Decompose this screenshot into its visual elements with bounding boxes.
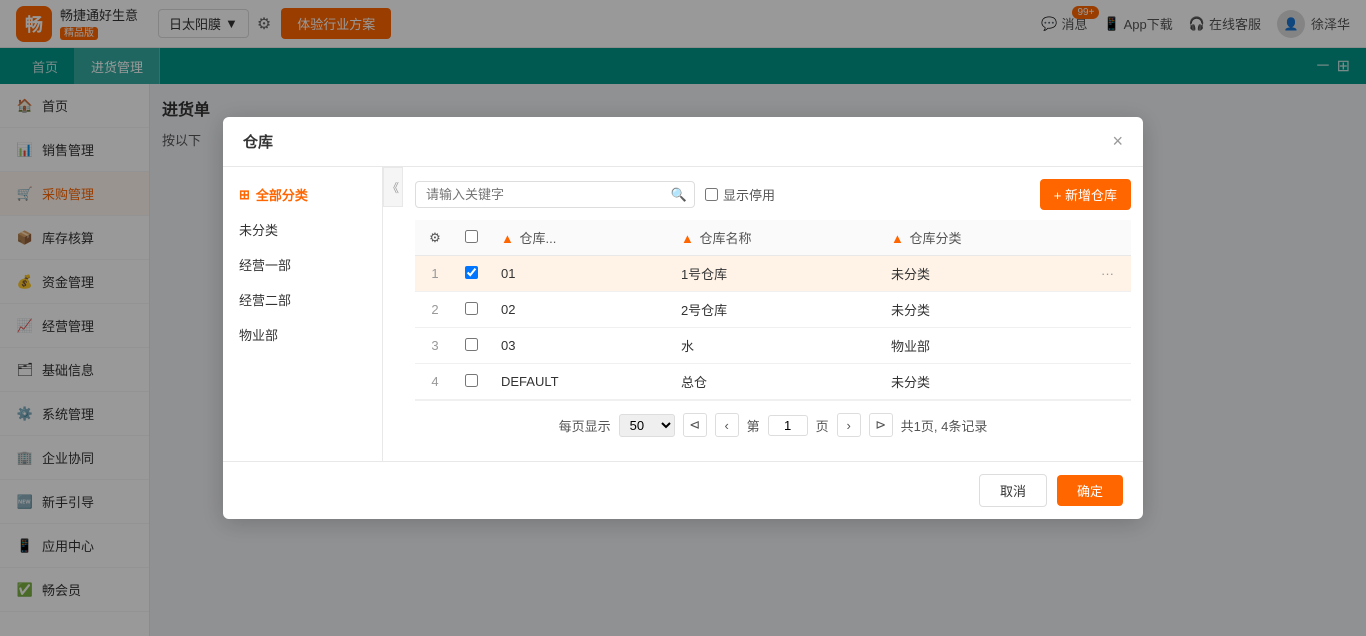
row-checkbox-cell[interactable] [455, 328, 491, 364]
row-name: 总仓 [671, 364, 881, 400]
col-name: ▲ 仓库名称 [671, 220, 881, 256]
add-warehouse-btn[interactable]: + 新增仓库 [1040, 179, 1131, 210]
pagination: 每页显示 50 20 100 ⊲ ‹ 第 页 › ⊳ 共1页, 4条记录 [415, 400, 1131, 449]
col-checkbox [455, 220, 491, 256]
row-checkbox[interactable] [465, 374, 478, 387]
table-row[interactable]: 1 01 1号仓库 未分类 ··· [415, 256, 1131, 292]
row-checkbox[interactable] [465, 266, 478, 279]
row-num: 3 [415, 328, 455, 364]
modal-sidebar-all[interactable]: ⊞ 全部分类 [223, 177, 382, 212]
collapse-sidebar-btn[interactable]: 《 [383, 167, 403, 207]
row-category: 未分类 [881, 292, 1091, 328]
col-code: ▲ 仓库... [491, 220, 671, 256]
modal-close-btn[interactable]: × [1112, 131, 1123, 152]
select-all-checkbox[interactable] [465, 230, 478, 243]
table-container: ⚙ ▲ 仓库... ▲ 仓库名称 [415, 220, 1131, 400]
modal-overlay: 仓库 × ⊞ 全部分类 未分类 经营一部 经营二部 物业部 《 [0, 0, 1366, 636]
row-code: 03 [491, 328, 671, 364]
row-checkbox-cell[interactable] [455, 364, 491, 400]
modal-toolbar: 🔍 显示停用 + 新增仓库 [415, 179, 1131, 210]
row-more[interactable]: ··· [1091, 256, 1131, 292]
warehouse-modal: 仓库 × ⊞ 全部分类 未分类 经营一部 经营二部 物业部 《 [223, 117, 1143, 519]
col-category: ▲ 仓库分类 [881, 220, 1091, 256]
modal-sidebar-property[interactable]: 物业部 [223, 317, 382, 352]
sort-icon2: ▲ [681, 231, 694, 246]
cancel-button[interactable]: 取消 [979, 474, 1047, 507]
prev-page-btn[interactable]: ‹ [715, 413, 739, 437]
row-category: 未分类 [881, 364, 1091, 400]
modal-body: ⊞ 全部分类 未分类 经营一部 经营二部 物业部 《 🔍 [223, 167, 1143, 461]
per-page-select[interactable]: 50 20 100 [619, 414, 675, 437]
table-row[interactable]: 2 02 2号仓库 未分类 [415, 292, 1131, 328]
page-unit: 页 [816, 416, 829, 435]
confirm-button[interactable]: 确定 [1057, 475, 1123, 506]
row-num: 2 [415, 292, 455, 328]
modal-content: 🔍 显示停用 + 新增仓库 ⚙ [403, 167, 1143, 461]
modal-header: 仓库 × [223, 117, 1143, 167]
row-category: 未分类 [881, 256, 1091, 292]
col-actions [1091, 220, 1131, 256]
row-num: 1 [415, 256, 455, 292]
row-name: 水 [671, 328, 881, 364]
row-name: 1号仓库 [671, 256, 881, 292]
show-disabled-input[interactable] [705, 188, 718, 201]
chevron-left-icon: 《 [387, 179, 399, 196]
warehouse-table: ⚙ ▲ 仓库... ▲ 仓库名称 [415, 220, 1131, 400]
table-row[interactable]: 3 03 水 物业部 [415, 328, 1131, 364]
per-page-label: 每页显示 [559, 416, 611, 435]
search-input[interactable] [415, 181, 695, 208]
modal-sidebar-dept2[interactable]: 经营二部 [223, 282, 382, 317]
table-header-row: ⚙ ▲ 仓库... ▲ 仓库名称 [415, 220, 1131, 256]
last-page-btn[interactable]: ⊳ [869, 413, 893, 437]
total-info: 共1页, 4条记录 [901, 416, 988, 435]
show-disabled-checkbox[interactable]: 显示停用 [705, 185, 775, 204]
row-more[interactable] [1091, 328, 1131, 364]
page-number-input[interactable] [768, 415, 808, 436]
modal-title: 仓库 [243, 131, 273, 152]
modal-footer: 取消 确定 [223, 461, 1143, 519]
col-settings[interactable]: ⚙ [415, 220, 455, 256]
row-name: 2号仓库 [671, 292, 881, 328]
row-num: 4 [415, 364, 455, 400]
modal-sidebar-dept1[interactable]: 经营一部 [223, 247, 382, 282]
row-checkbox[interactable] [465, 338, 478, 351]
sort-icon: ▲ [501, 231, 514, 246]
modal-sidebar: ⊞ 全部分类 未分类 经营一部 经营二部 物业部 [223, 167, 383, 461]
row-code: DEFAULT [491, 364, 671, 400]
search-icon[interactable]: 🔍 [671, 187, 687, 203]
grid-icon: ⊞ [239, 187, 250, 203]
modal-sidebar-uncategorized[interactable]: 未分类 [223, 212, 382, 247]
search-wrap: 🔍 [415, 181, 695, 208]
row-code: 01 [491, 256, 671, 292]
row-more[interactable] [1091, 364, 1131, 400]
first-page-btn[interactable]: ⊲ [683, 413, 707, 437]
table-body: 1 01 1号仓库 未分类 ··· 2 02 2号仓库 未分类 3 03 水 物… [415, 256, 1131, 400]
row-more[interactable] [1091, 292, 1131, 328]
sort-icon3: ▲ [891, 231, 904, 246]
page-label: 第 [747, 416, 760, 435]
row-checkbox[interactable] [465, 302, 478, 315]
row-category: 物业部 [881, 328, 1091, 364]
table-row[interactable]: 4 DEFAULT 总仓 未分类 [415, 364, 1131, 400]
row-code: 02 [491, 292, 671, 328]
row-checkbox-cell[interactable] [455, 292, 491, 328]
next-page-btn[interactable]: › [837, 413, 861, 437]
row-checkbox-cell[interactable] [455, 256, 491, 292]
